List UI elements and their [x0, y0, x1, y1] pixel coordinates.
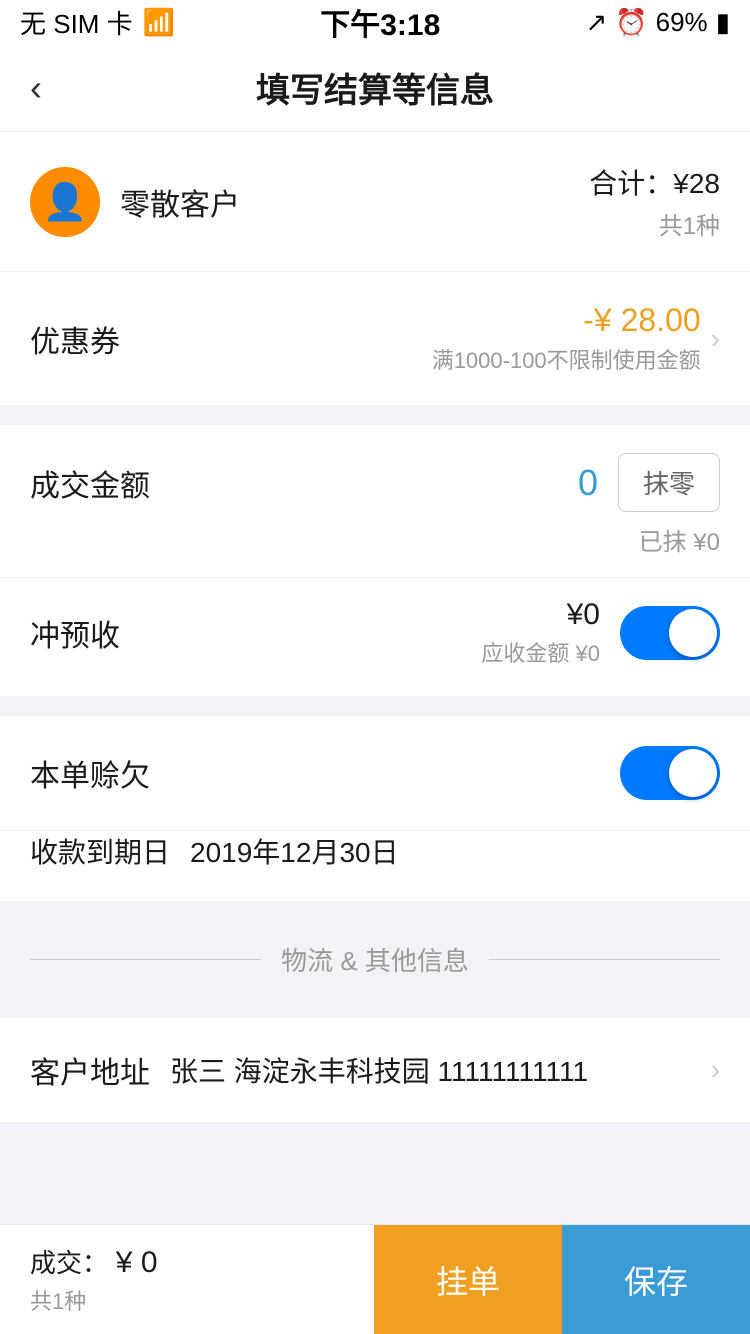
address-value: 张三 海淀永丰科技园 11111111111 — [170, 1050, 711, 1090]
prereceive-amount: ¥0 — [481, 598, 600, 632]
customer-total: 合计：¥28 共1种 — [589, 162, 720, 241]
debt-label: 本单赊欠 — [30, 751, 150, 795]
avatar-icon: 👤 — [43, 181, 88, 223]
bottom-deal-amount: ¥ 0 — [116, 1246, 158, 1279]
nav-bar: ‹ 填写结算等信息 — [0, 44, 750, 132]
bottom-bar: 成交： ¥ 0 共1种 挂单 保存 — [0, 1224, 750, 1334]
transaction-row: 成交金额 0 抹零 — [0, 425, 750, 522]
logistics-inner: 物流 & 其他信息 — [30, 941, 720, 978]
bottom-deal-count: 共1种 — [30, 1284, 344, 1316]
coupon-row[interactable]: 优惠券 -¥ 28.00 满1000-100不限制使用金额 › — [0, 271, 750, 405]
address-section: 客户地址 张三 海淀永丰科技园 11111111111 › — [0, 1018, 750, 1122]
toggle-knob — [669, 609, 717, 657]
debt-toggle[interactable] — [620, 746, 720, 800]
bottom-deal-label: 成交： — [30, 1248, 108, 1278]
prereceive-amount-block: ¥0 应收金额 ¥0 — [481, 598, 600, 668]
bottom-summary: 成交： ¥ 0 共1种 — [0, 1243, 374, 1316]
debt-section: 本单赊欠 收款到期日 2019年12月30日 — [0, 716, 750, 901]
due-date-value: 2019年12月30日 — [190, 831, 399, 871]
page-title: 填写结算等信息 — [256, 63, 494, 112]
prereceive-right: ¥0 应收金额 ¥0 — [481, 598, 720, 668]
alarm-icon: ⏰ — [615, 7, 647, 38]
hang-button[interactable]: 挂单 — [374, 1225, 562, 1334]
due-date-row[interactable]: 收款到期日 2019年12月30日 — [0, 830, 750, 901]
customer-section: 👤 零散客户 合计：¥28 共1种 优惠券 -¥ 28.00 满1000-100… — [0, 132, 750, 405]
logistics-divider: 物流 & 其他信息 — [0, 921, 750, 998]
transaction-right: 0 抹零 — [578, 453, 720, 512]
debt-row: 本单赊欠 — [0, 716, 750, 830]
address-chevron-icon: › — [711, 1054, 720, 1086]
status-bar: 无 SIM 卡 📶 下午3:18 ↗ ⏰ 69% ▮ — [0, 0, 750, 44]
total-count: 共1种 — [589, 206, 720, 241]
customer-row: 👤 零散客户 合计：¥28 共1种 — [0, 132, 750, 271]
coupon-right: -¥ 28.00 满1000-100不限制使用金额 › — [432, 302, 720, 375]
transaction-section: 成交金额 0 抹零 已抹 ¥0 冲预收 ¥0 应收金额 ¥0 — [0, 425, 750, 696]
prereceive-label: 冲预收 — [30, 611, 120, 655]
prereceive-toggle[interactable] — [620, 606, 720, 660]
chevron-right-icon: › — [711, 323, 720, 355]
bottom-actions: 挂单 保存 — [374, 1225, 750, 1334]
no-sim-text: 无 SIM 卡 — [20, 4, 133, 41]
customer-name: 零散客户 — [120, 180, 240, 224]
battery-icon: ▮ — [716, 7, 730, 38]
location-icon: ↗ — [585, 7, 607, 38]
status-left: 无 SIM 卡 📶 — [20, 4, 175, 41]
status-right: ↗ ⏰ 69% ▮ — [585, 7, 730, 38]
prereceive-row: 冲预收 ¥0 应收金额 ¥0 — [0, 577, 750, 696]
divider-line-right — [489, 959, 720, 960]
coupon-amount: -¥ 28.00 — [432, 302, 701, 339]
bottom-deal-row: 成交： ¥ 0 — [30, 1243, 344, 1280]
coupon-label: 优惠券 — [30, 317, 120, 361]
transaction-label: 成交金额 — [30, 461, 150, 505]
address-label: 客户地址 — [30, 1048, 150, 1092]
status-time: 下午3:18 — [320, 0, 440, 44]
customer-left: 👤 零散客户 — [30, 167, 240, 237]
debt-toggle-knob — [669, 749, 717, 797]
prereceive-sub: 应收金额 ¥0 — [481, 636, 600, 668]
due-date-label: 收款到期日 — [30, 831, 170, 871]
content: 👤 零散客户 合计：¥28 共1种 优惠券 -¥ 28.00 满1000-100… — [0, 132, 750, 1252]
customer-avatar: 👤 — [30, 167, 100, 237]
transaction-amount[interactable]: 0 — [578, 462, 598, 504]
coupon-value: -¥ 28.00 满1000-100不限制使用金额 — [432, 302, 701, 375]
save-button[interactable]: 保存 — [562, 1225, 750, 1334]
back-button[interactable]: ‹ — [30, 67, 42, 109]
address-row[interactable]: 客户地址 张三 海淀永丰科技园 11111111111 › — [0, 1018, 750, 1122]
back-icon: ‹ — [30, 67, 42, 108]
divider-line-left — [30, 959, 261, 960]
wifi-icon: 📶 — [143, 7, 175, 38]
total-label: 合计：¥28 — [589, 162, 720, 202]
transaction-sub: 已抹 ¥0 — [0, 522, 750, 577]
coupon-desc: 满1000-100不限制使用金额 — [432, 343, 701, 375]
battery-text: 69% — [656, 7, 708, 38]
round-button[interactable]: 抹零 — [618, 453, 720, 512]
logistics-text: 物流 & 其他信息 — [281, 941, 469, 978]
